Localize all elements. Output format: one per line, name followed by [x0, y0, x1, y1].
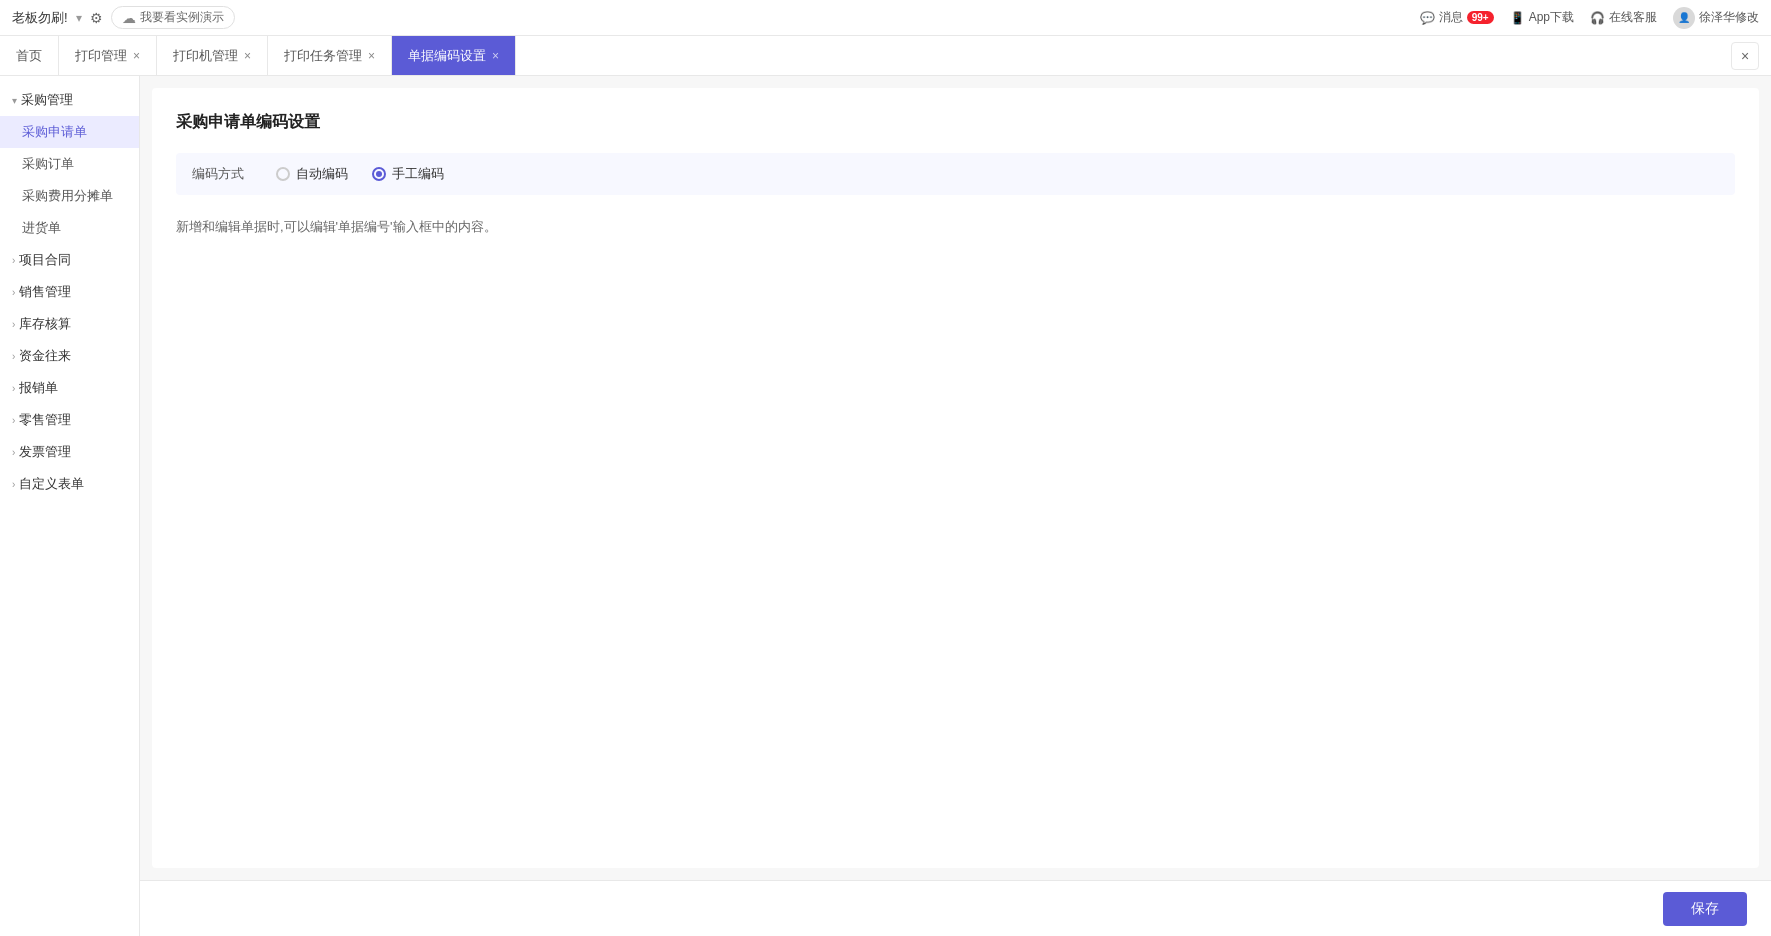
- demo-text: 我要看实例演示: [140, 9, 224, 26]
- close-all-tabs-button[interactable]: ×: [1731, 42, 1759, 70]
- sidebar-group-purchase[interactable]: ▾ 采购管理: [0, 84, 139, 116]
- dropdown-arrow-icon[interactable]: ▾: [76, 11, 82, 25]
- close-printer-mgmt-icon[interactable]: ×: [244, 49, 251, 63]
- sidebar-group-invoice[interactable]: › 发票管理: [0, 436, 139, 468]
- manual-code-label: 手工编码: [392, 165, 444, 183]
- tab-printer-mgmt-label: 打印机管理: [173, 47, 238, 65]
- content-inner: 采购申请单编码设置 编码方式 自动编码 手工编码 新增和编辑单据时,可以编辑'单…: [152, 88, 1759, 868]
- message-button[interactable]: 💬 消息 99+: [1420, 9, 1494, 26]
- message-label: 消息: [1439, 9, 1463, 26]
- tab-print-mgmt-label: 打印管理: [75, 47, 127, 65]
- sidebar-group-project-contract[interactable]: › 项目合同: [0, 244, 139, 276]
- chevron-right-icon-sales: ›: [12, 287, 15, 298]
- avatar: 👤: [1673, 7, 1695, 29]
- sidebar-item-purchase-request[interactable]: 采购申请单: [0, 116, 139, 148]
- chevron-right-icon-custom: ›: [12, 479, 15, 490]
- gear-icon[interactable]: ⚙: [90, 10, 103, 26]
- online-service-button[interactable]: 🎧 在线客服: [1590, 9, 1657, 26]
- sidebar: ▾ 采购管理 采购申请单 采购订单 采购费用分摊单 进货单 › 项目合同 › 销…: [0, 76, 140, 936]
- user-profile[interactable]: 👤 徐泽华修改: [1673, 7, 1759, 29]
- sidebar-item-purchase-request-label: 采购申请单: [22, 124, 87, 139]
- save-button[interactable]: 保存: [1663, 892, 1747, 926]
- footer-bar: 保存: [140, 880, 1771, 936]
- close-print-mgmt-icon[interactable]: ×: [133, 49, 140, 63]
- manual-code-option[interactable]: 手工编码: [372, 165, 444, 183]
- message-icon: 💬: [1420, 11, 1435, 25]
- sidebar-item-goods-receipt[interactable]: 进货单: [0, 212, 139, 244]
- tab-voucher-code[interactable]: 单据编码设置 ×: [392, 36, 516, 75]
- chevron-right-icon: ›: [12, 255, 15, 266]
- description-text: 新增和编辑单据时,可以编辑'单据编号'输入框中的内容。: [176, 215, 1735, 238]
- sidebar-group-inventory[interactable]: › 库存核算: [0, 308, 139, 340]
- chevron-down-icon: ▾: [12, 95, 17, 106]
- chevron-right-icon-inventory: ›: [12, 319, 15, 330]
- sidebar-group-inventory-label: 库存核算: [19, 315, 71, 333]
- chevron-right-icon-invoice: ›: [12, 447, 15, 458]
- message-badge: 99+: [1467, 11, 1494, 24]
- tab-print-mgmt[interactable]: 打印管理 ×: [59, 36, 157, 75]
- page-title: 采购申请单编码设置: [176, 112, 1735, 133]
- auto-code-label: 自动编码: [296, 165, 348, 183]
- tab-home-label: 首页: [16, 47, 42, 65]
- sidebar-item-purchase-expense[interactable]: 采购费用分摊单: [0, 180, 139, 212]
- sidebar-group-returns-label: 报销单: [19, 379, 58, 397]
- sidebar-group-purchase-label: 采购管理: [21, 91, 73, 109]
- chevron-right-icon-retail: ›: [12, 415, 15, 426]
- auto-code-option[interactable]: 自动编码: [276, 165, 348, 183]
- main-layout: ▾ 采购管理 采购申请单 采购订单 采购费用分摊单 进货单 › 项目合同 › 销…: [0, 76, 1771, 936]
- brand-text: 老板勿刷!: [12, 9, 68, 27]
- sidebar-group-funds-label: 资金往来: [19, 347, 71, 365]
- close-print-task-icon[interactable]: ×: [368, 49, 375, 63]
- manual-code-radio[interactable]: [372, 167, 386, 181]
- sidebar-group-retail[interactable]: › 零售管理: [0, 404, 139, 436]
- tab-printer-mgmt[interactable]: 打印机管理 ×: [157, 36, 268, 75]
- sidebar-group-custom-form[interactable]: › 自定义表单: [0, 468, 139, 500]
- online-service-label: 在线客服: [1609, 9, 1657, 26]
- demo-button[interactable]: ☁ 我要看实例演示: [111, 6, 235, 29]
- sidebar-group-funds[interactable]: › 资金往来: [0, 340, 139, 372]
- top-bar: 老板勿刷! ▾ ⚙ ☁ 我要看实例演示 💬 消息 99+ 📱 App下载 🎧 在…: [0, 0, 1771, 36]
- chevron-right-icon-funds: ›: [12, 351, 15, 362]
- tab-bar: 首页 打印管理 × 打印机管理 × 打印任务管理 × 单据编码设置 × ×: [0, 36, 1771, 76]
- chevron-right-icon-returns: ›: [12, 383, 15, 394]
- app-icon: 📱: [1510, 11, 1525, 25]
- coding-label: 编码方式: [192, 165, 244, 183]
- top-bar-right: 💬 消息 99+ 📱 App下载 🎧 在线客服 👤 徐泽华修改: [1420, 7, 1759, 29]
- sidebar-group-custom-form-label: 自定义表单: [19, 475, 84, 493]
- user-name: 徐泽华修改: [1699, 9, 1759, 26]
- tab-print-task-label: 打印任务管理: [284, 47, 362, 65]
- headset-icon: 🎧: [1590, 11, 1605, 25]
- app-download-button[interactable]: 📱 App下载: [1510, 9, 1574, 26]
- content-area: 采购申请单编码设置 编码方式 自动编码 手工编码 新增和编辑单据时,可以编辑'单…: [140, 76, 1771, 936]
- sidebar-item-purchase-order[interactable]: 采购订单: [0, 148, 139, 180]
- sidebar-group-returns[interactable]: › 报销单: [0, 372, 139, 404]
- tab-voucher-code-label: 单据编码设置: [408, 47, 486, 65]
- close-voucher-code-icon[interactable]: ×: [492, 49, 499, 63]
- sidebar-group-sales-label: 销售管理: [19, 283, 71, 301]
- sidebar-group-retail-label: 零售管理: [19, 411, 71, 429]
- top-bar-left: 老板勿刷! ▾ ⚙ ☁ 我要看实例演示: [12, 6, 235, 29]
- cloud-icon: ☁: [122, 10, 136, 26]
- sidebar-item-goods-receipt-label: 进货单: [22, 220, 61, 235]
- sidebar-group-project-contract-label: 项目合同: [19, 251, 71, 269]
- sidebar-item-purchase-order-label: 采购订单: [22, 156, 74, 171]
- tab-print-task[interactable]: 打印任务管理 ×: [268, 36, 392, 75]
- tab-home[interactable]: 首页: [0, 36, 59, 75]
- app-download-label: App下载: [1529, 9, 1574, 26]
- sidebar-group-sales[interactable]: › 销售管理: [0, 276, 139, 308]
- coding-method-row: 编码方式 自动编码 手工编码: [176, 153, 1735, 195]
- sidebar-item-purchase-expense-label: 采购费用分摊单: [22, 188, 113, 203]
- auto-code-radio[interactable]: [276, 167, 290, 181]
- sidebar-group-invoice-label: 发票管理: [19, 443, 71, 461]
